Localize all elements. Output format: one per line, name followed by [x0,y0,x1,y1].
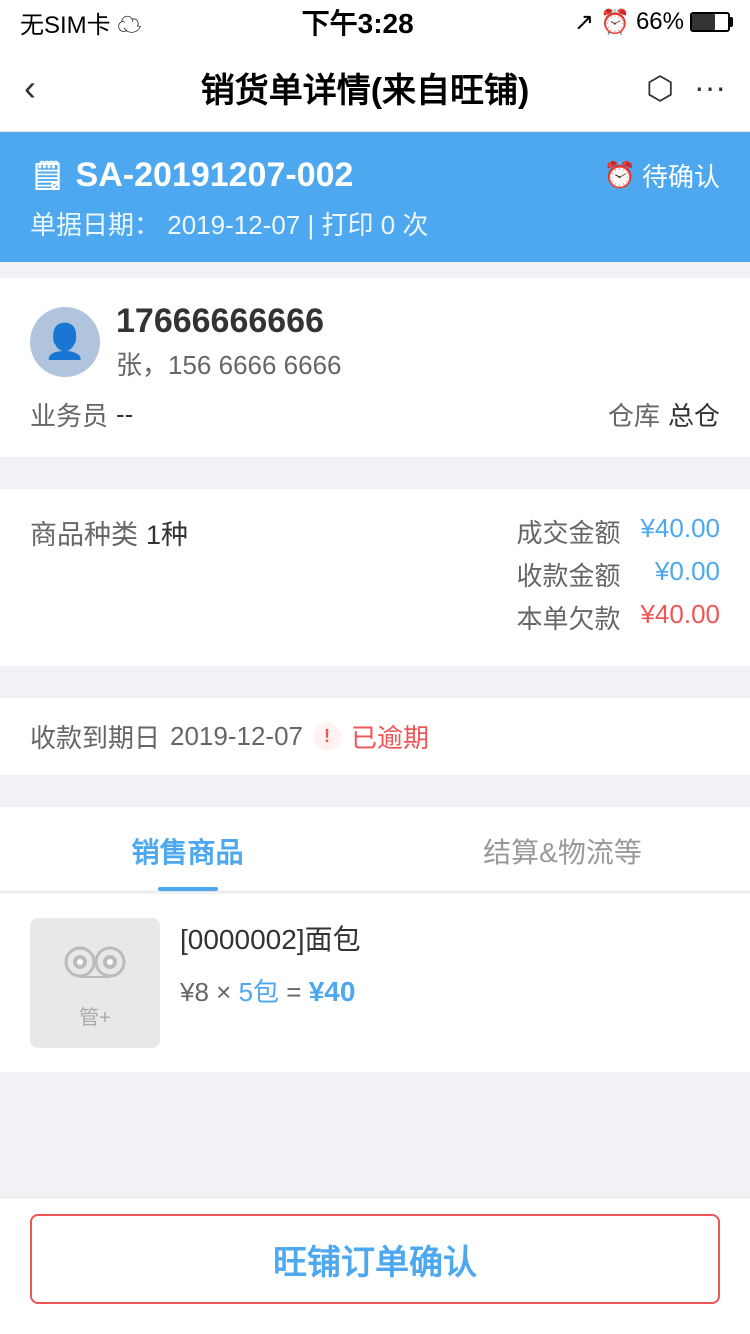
status-left: 无SIM卡 ☁ [20,5,141,40]
category-label: 商品种类 [30,513,138,552]
received-value: ¥0.00 [655,556,720,593]
divider-1 [0,457,750,473]
warehouse-label: 仓库 [608,396,660,433]
warehouse-value: 总仓 [668,396,720,433]
total-price: ¥40 [309,976,356,1007]
page-title: 销货单详情(来自旺铺) [201,63,530,112]
avatar-icon: 👤 [44,322,86,362]
location-icon: ↗ [574,8,594,37]
tabs-container: 销售商品 结算&物流等 [0,807,750,892]
status-right: ↗ ⏰ 66% [574,8,730,37]
status-bar: 无SIM卡 ☁ 下午3:28 ↗ ⏰ 66% [0,0,750,44]
multiply-sign: × [216,977,238,1007]
status-time: 下午3:28 [302,2,414,42]
amount-row-1: 成交金额 ¥40.00 [516,513,720,550]
order-meta: 单据日期： 2019-12-07 | 打印 0 次 [30,205,720,242]
amount-row-3: 本单欠款 ¥40.00 [516,599,720,636]
product-name: [0000002]面包 [180,918,720,958]
salesperson-value: -- [116,399,133,430]
nav-actions: ⬡ ··· [646,69,726,107]
nav-bar: ‹ 销货单详情(来自旺铺) ⬡ ··· [0,44,750,132]
no-sim-label: 无SIM卡 ☁ [20,5,141,40]
order-id: 🗒 SA-20191207-002 [30,156,353,195]
confirm-order-button[interactable]: 旺铺订单确认 [30,1214,720,1304]
divider-3 [0,775,750,791]
divider-2 [0,666,750,682]
customer-section: 👤 17666666666 张，156 6666 6666 业务员 -- 仓库 … [0,278,750,457]
amount-label: 成交金额 [516,513,620,550]
quantity: 5包 [239,977,279,1007]
overdue-label: 已逾期 [351,718,429,755]
amounts-section: 成交金额 ¥40.00 收款金额 ¥0.00 本单欠款 ¥40.00 [516,513,720,642]
unit-price: ¥8 [180,977,209,1007]
equals-sign: = [286,977,308,1007]
info-row: 商品种类 1种 成交金额 ¥40.00 收款金额 ¥0.00 本单欠款 ¥40.… [30,513,720,642]
order-icon: 🗒 [30,159,66,192]
received-label: 收款金额 [516,556,620,593]
order-status: ⏰ 待确认 [604,157,720,194]
salesperson-field: 业务员 -- [30,396,133,433]
alarm-icon: ⏰ [600,8,630,37]
product-section: 管+ [0000002]面包 ¥8 × 5包 = ¥40 [0,894,750,1072]
product-info: [0000002]面包 ¥8 × 5包 = ¥40 [180,918,720,1009]
amount-value: ¥40.00 [640,513,720,550]
clock-icon: ⏰ [604,160,636,191]
bottom-bar: 旺铺订单确认 [0,1197,750,1334]
share-icon[interactable]: ⬡ [646,69,674,107]
due-date-value: 2019-12-07 [170,721,303,752]
order-header-card: 🗒 SA-20191207-002 ⏰ 待确认 单据日期： 2019-12-07… [0,132,750,262]
customer-phone: 17666666666 [116,302,342,341]
customer-name: 张，156 6666 6666 [116,345,342,382]
category-field: 商品种类 1种 [30,513,188,552]
more-icon[interactable]: ··· [694,69,726,106]
customer-details: 业务员 -- 仓库 总仓 [30,396,720,433]
battery-icon [690,12,730,32]
owed-value: ¥40.00 [640,599,720,636]
due-date-label: 收款到期日 [30,718,160,755]
tab-sales-product[interactable]: 销售商品 [0,807,375,891]
owed-label: 本单欠款 [516,599,620,636]
product-price: ¥8 × 5包 = ¥40 [180,972,720,1009]
brand-text: 管+ [79,1001,111,1030]
due-date-section: 收款到期日 2019-12-07 ! 已逾期 [0,698,750,775]
salesperson-label: 业务员 [30,396,108,433]
overdue-icon: ! [313,723,341,751]
back-button[interactable]: ‹ [24,67,84,109]
battery-label: 66% [636,8,684,36]
warehouse-field: 仓库 总仓 [608,396,720,433]
info-section: 商品种类 1种 成交金额 ¥40.00 收款金额 ¥0.00 本单欠款 ¥40.… [0,489,750,666]
amount-row-2: 收款金额 ¥0.00 [516,556,720,593]
product-logo-icon [60,937,130,997]
tab-settlement[interactable]: 结算&物流等 [375,807,750,891]
category-value: 1种 [146,513,188,552]
avatar: 👤 [30,307,100,377]
product-thumbnail: 管+ [30,918,160,1048]
